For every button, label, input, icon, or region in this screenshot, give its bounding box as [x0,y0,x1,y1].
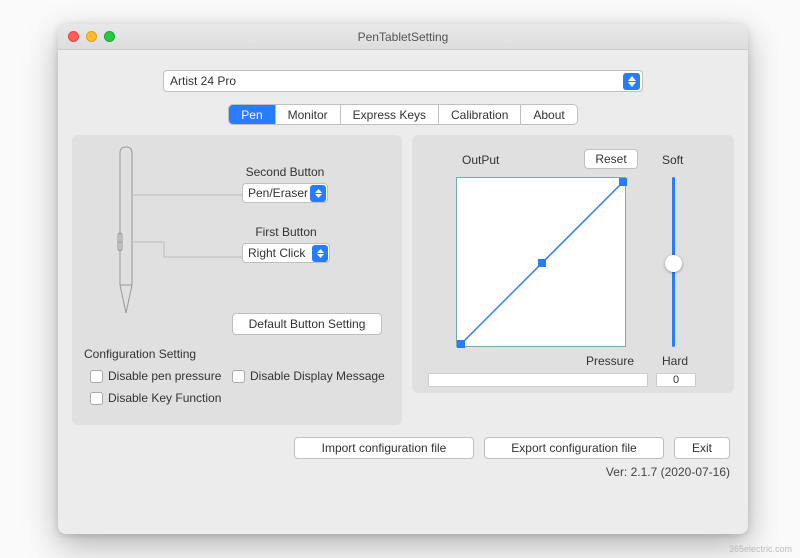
checkbox-label: Disable Display Message [250,369,385,383]
watermark: 365electric.com [729,544,792,554]
checkbox-icon [90,370,103,383]
soft-label: Soft [662,153,683,167]
config-setting-heading: Configuration Setting [84,347,196,361]
first-button-value: Right Click [248,246,305,260]
checkbox-disable-key-fn[interactable]: Disable Key Function [90,391,221,405]
device-select-value: Artist 24 Pro [170,74,236,88]
checkbox-disable-pressure[interactable]: Disable pen pressure [90,369,221,383]
first-button-select[interactable]: Right Click [242,243,330,263]
titlebar: PenTabletSetting [58,24,748,50]
second-button-value: Pen/Eraser [248,186,308,200]
output-label: OutPut [462,153,499,167]
tab-about[interactable]: About [521,105,576,124]
pen-settings-panel: Second Button Pen/Eraser First Button Ri… [72,135,402,425]
hard-label: Hard [662,354,688,368]
reset-button[interactable]: Reset [584,149,638,169]
import-config-button[interactable]: Import configuration file [294,437,474,459]
checkbox-icon [90,392,103,405]
second-button-label: Second Button [242,165,328,179]
device-select[interactable]: Artist 24 Pro [163,70,643,92]
window-title: PenTabletSetting [58,30,748,44]
curve-handle-icon [619,178,627,186]
checkbox-label: Disable pen pressure [108,369,221,383]
curve-handle-icon [457,340,465,348]
pressure-curve-chart[interactable] [456,177,626,347]
content-area: Artist 24 Pro Pen Monitor Express Keys C… [58,50,748,485]
export-config-button[interactable]: Export configuration file [484,437,664,459]
pressure-axis-label: Pressure [586,354,634,368]
tab-calibration[interactable]: Calibration [439,105,521,124]
checkbox-icon [232,370,245,383]
version-label: Ver: 2.1.7 (2020-07-16) [72,465,734,479]
tab-express-keys[interactable]: Express Keys [341,105,439,124]
second-button-select[interactable]: Pen/Eraser [242,183,328,203]
pressure-curve-panel: OutPut Reset Pressure Soft Hard 0 [412,135,734,393]
chevron-updown-icon [310,185,326,202]
app-window: PenTabletSetting Artist 24 Pro Pen Monit… [58,24,748,534]
curve-handle-icon [538,259,546,267]
checkbox-label: Disable Key Function [108,391,221,405]
pressure-readout-value: 0 [656,373,696,387]
sensitivity-slider-knob[interactable] [665,255,682,272]
first-button-label: First Button [242,225,330,239]
tab-strip: Pen Monitor Express Keys Calibration Abo… [228,104,577,125]
chevron-updown-icon [312,245,328,262]
default-button-setting[interactable]: Default Button Setting [232,313,382,335]
exit-button[interactable]: Exit [674,437,730,459]
pressure-readout-bar [428,373,648,387]
chevron-updown-icon [623,73,640,90]
tab-pen[interactable]: Pen [229,105,275,124]
tab-monitor[interactable]: Monitor [276,105,341,124]
checkbox-disable-display-msg[interactable]: Disable Display Message [232,369,385,383]
